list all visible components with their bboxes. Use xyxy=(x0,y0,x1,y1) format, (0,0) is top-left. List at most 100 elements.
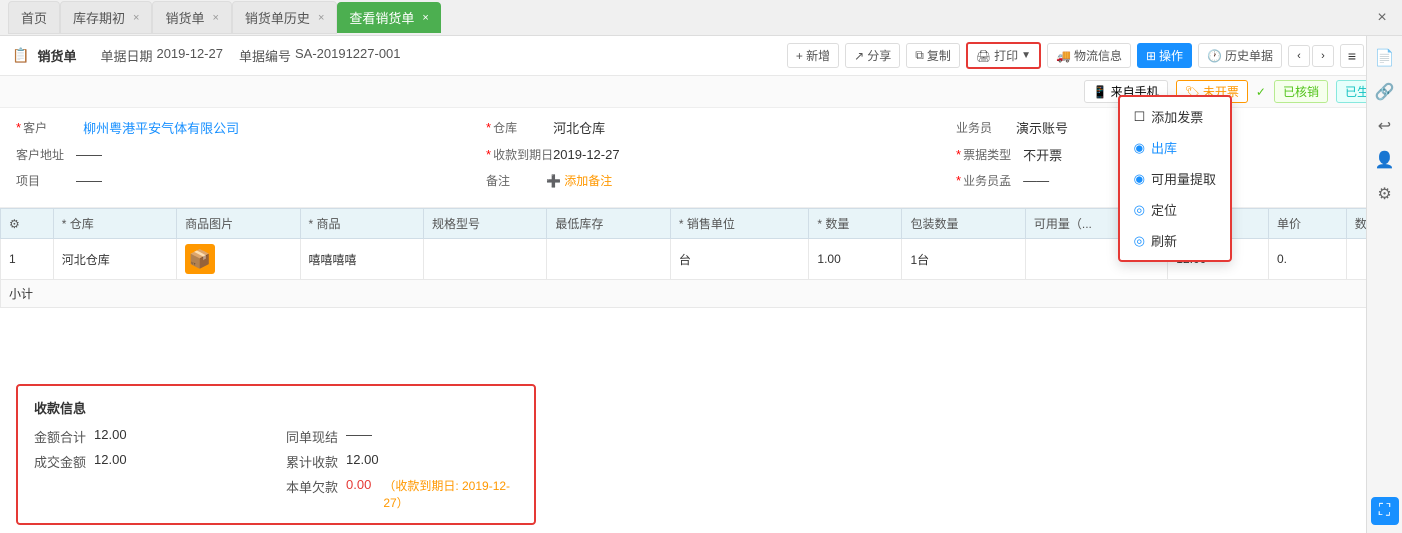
col-warehouse: * 仓库 xyxy=(53,209,176,239)
history-button[interactable]: 🕐 历史单据 xyxy=(1198,43,1282,68)
staff-value: 演示账号 xyxy=(1016,118,1068,137)
col-unit: * 销售单位 xyxy=(670,209,809,239)
cell-price: 0. xyxy=(1268,239,1346,280)
truck-icon: 🚚 xyxy=(1056,49,1071,63)
cell-image: 📦 xyxy=(177,239,300,280)
required-marker: * xyxy=(956,173,961,188)
sidebar-expand-button[interactable]: ⛶ xyxy=(1371,497,1399,525)
tab-view-sales[interactable]: 查看销货单 × xyxy=(337,2,440,33)
add-note-button[interactable]: ➕ 添加备注 xyxy=(546,172,612,189)
sidebar-return-icon[interactable]: ↩ xyxy=(1371,112,1399,140)
ticket-label: 票据类型 xyxy=(963,146,1023,163)
col-pkg-qty: 包装数量 xyxy=(902,209,1025,239)
warehouse-field: * 仓库 河北仓库 xyxy=(486,118,916,137)
operation-button[interactable]: ⊞ 操作 xyxy=(1137,43,1192,68)
total-row: 金额合计 12.00 xyxy=(34,427,266,446)
tab-inventory-init[interactable]: 库存期初 × xyxy=(60,1,152,34)
sidebar-settings-icon[interactable]: ⚙ xyxy=(1371,180,1399,208)
address-field: 客户地址 —— xyxy=(16,146,446,163)
settlement-label: 同单现结 xyxy=(286,427,338,446)
tab-sales-order[interactable]: 销货单 × xyxy=(152,1,231,34)
date-label: 单据日期 2019-12-27 xyxy=(100,46,223,65)
sidebar-doc-icon[interactable]: 📄 xyxy=(1371,44,1399,72)
doc-icon: 📋 xyxy=(12,47,29,64)
ticket-value: 不开票 xyxy=(1023,145,1062,164)
transaction-label: 成交金额 xyxy=(34,452,86,471)
next-button[interactable]: › xyxy=(1312,45,1334,67)
required-marker: * xyxy=(486,120,491,135)
settlement-value: —— xyxy=(346,427,372,446)
location-icon: ◎ xyxy=(1134,202,1145,218)
window-close-button[interactable]: × xyxy=(1370,6,1394,30)
col-gear: ⚙ xyxy=(1,209,54,239)
dropdown-outbound[interactable]: ◉ 出库 xyxy=(1120,132,1230,163)
cell-pkg-qty: 1台 xyxy=(902,239,1025,280)
verified-badge[interactable]: 已核销 xyxy=(1274,80,1328,103)
cell-warehouse: 河北仓库 xyxy=(53,239,176,280)
checkbox-icon: ☐ xyxy=(1134,109,1146,125)
customer-field: * 客户 柳州粤港平安气体有限公司 xyxy=(16,118,446,137)
dropdown-arrow-icon: ▼ xyxy=(1021,50,1031,61)
cell-seq: 1 xyxy=(1,239,54,280)
toolbar: 📋 销货单 单据日期 2019-12-27 单据编号 SA-20191227-0… xyxy=(0,36,1402,76)
sidebar-user-icon[interactable]: 👤 xyxy=(1371,146,1399,174)
staff-label: 业务员 xyxy=(956,119,1016,136)
transaction-value: 12.00 xyxy=(94,452,127,471)
dropdown-add-invoice[interactable]: ☐ 添加发票 xyxy=(1120,101,1230,132)
payment-title: 收款信息 xyxy=(34,398,518,417)
print-button[interactable]: 🖨 打印 ▼ xyxy=(966,42,1041,69)
verified-status: ✓ xyxy=(1256,85,1266,99)
col-price: 单价 xyxy=(1268,209,1346,239)
arrears-label: 本单欠款 xyxy=(286,477,338,511)
settlement-row: 同单现结 —— xyxy=(286,427,518,446)
phone-icon: 📱 xyxy=(1093,85,1108,99)
logistics-button[interactable]: 🚚 物流信息 xyxy=(1047,43,1131,68)
dropdown-avail-qty[interactable]: ◉ 可用量提取 xyxy=(1120,163,1230,194)
address-label: 客户地址 xyxy=(16,146,76,163)
arrears-row: 本单欠款 0.00 （收款到期日: 2019-12-27） xyxy=(286,477,518,511)
tab-home[interactable]: 首页 xyxy=(8,1,60,34)
payment-info-panel: 收款信息 金额合计 12.00 同单现结 —— 成交金额 12.00 累计收款 … xyxy=(16,384,536,525)
transaction-row: 成交金额 12.00 xyxy=(34,452,266,471)
note-label: 备注 xyxy=(486,172,546,189)
col-qty: * 数量 xyxy=(809,209,902,239)
close-icon[interactable]: × xyxy=(212,12,218,24)
note-field: 备注 ➕ 添加备注 xyxy=(486,172,916,189)
share-button[interactable]: ↗ 分享 xyxy=(845,43,900,68)
toolbar-right: + 新增 ↗ 分享 ⧉ 复制 🖨 打印 ▼ 🚚 物流信息 xyxy=(787,42,1390,69)
copy-button[interactable]: ⧉ 复制 xyxy=(906,43,960,68)
customer-label: 客户 xyxy=(23,119,83,136)
refresh-icon: ◎ xyxy=(1134,233,1145,249)
nav-arrows: ‹ › xyxy=(1288,45,1334,67)
project-field: 项目 —— xyxy=(16,172,446,189)
close-icon[interactable]: × xyxy=(422,12,428,24)
doc-meta: 单据日期 2019-12-27 单据编号 SA-20191227-001 xyxy=(100,46,400,65)
dropdown-refresh[interactable]: ◎ 刷新 xyxy=(1120,225,1230,256)
history-icon: 🕐 xyxy=(1207,49,1222,63)
tab-sales-history[interactable]: 销货单历史 × xyxy=(232,1,337,34)
close-icon[interactable]: × xyxy=(133,12,139,24)
list-view-button[interactable]: ≡ xyxy=(1340,44,1364,68)
prev-button[interactable]: ‹ xyxy=(1288,45,1310,67)
col-spec: 规格型号 xyxy=(423,209,546,239)
sidebar-link-icon[interactable]: 🔗 xyxy=(1371,78,1399,106)
share-icon: ↗ xyxy=(854,49,864,63)
customer-value[interactable]: 柳州粤港平安气体有限公司 xyxy=(83,118,239,137)
payment-grid: 金额合计 12.00 同单现结 —— 成交金额 12.00 累计收款 12.00 xyxy=(34,427,518,511)
project-label: 项目 xyxy=(16,172,76,189)
dropdown-locate[interactable]: ◎ 定位 xyxy=(1120,194,1230,225)
sales-staff-label: 业务员孟 xyxy=(963,172,1023,189)
operation-dropdown: ☐ 添加发票 ◉ 出库 ◉ 可用量提取 ◎ 定位 ◎ 刷新 xyxy=(1118,95,1232,262)
cell-min-stock xyxy=(547,239,670,280)
total-label: 金额合计 xyxy=(34,427,86,446)
cell-qty: 1.00 xyxy=(809,239,902,280)
cumulative-value: 12.00 xyxy=(346,452,379,471)
project-value: —— xyxy=(76,173,102,188)
col-min-stock: 最低库存 xyxy=(547,209,670,239)
grid-icon: ⊞ xyxy=(1146,49,1156,63)
new-button[interactable]: + 新增 xyxy=(787,43,839,68)
subtotal-label: 小计 xyxy=(1,280,1402,308)
close-icon[interactable]: × xyxy=(318,12,324,24)
radio-icon: ◉ xyxy=(1134,171,1145,187)
due-date-value: 2019-12-27 xyxy=(553,147,620,162)
